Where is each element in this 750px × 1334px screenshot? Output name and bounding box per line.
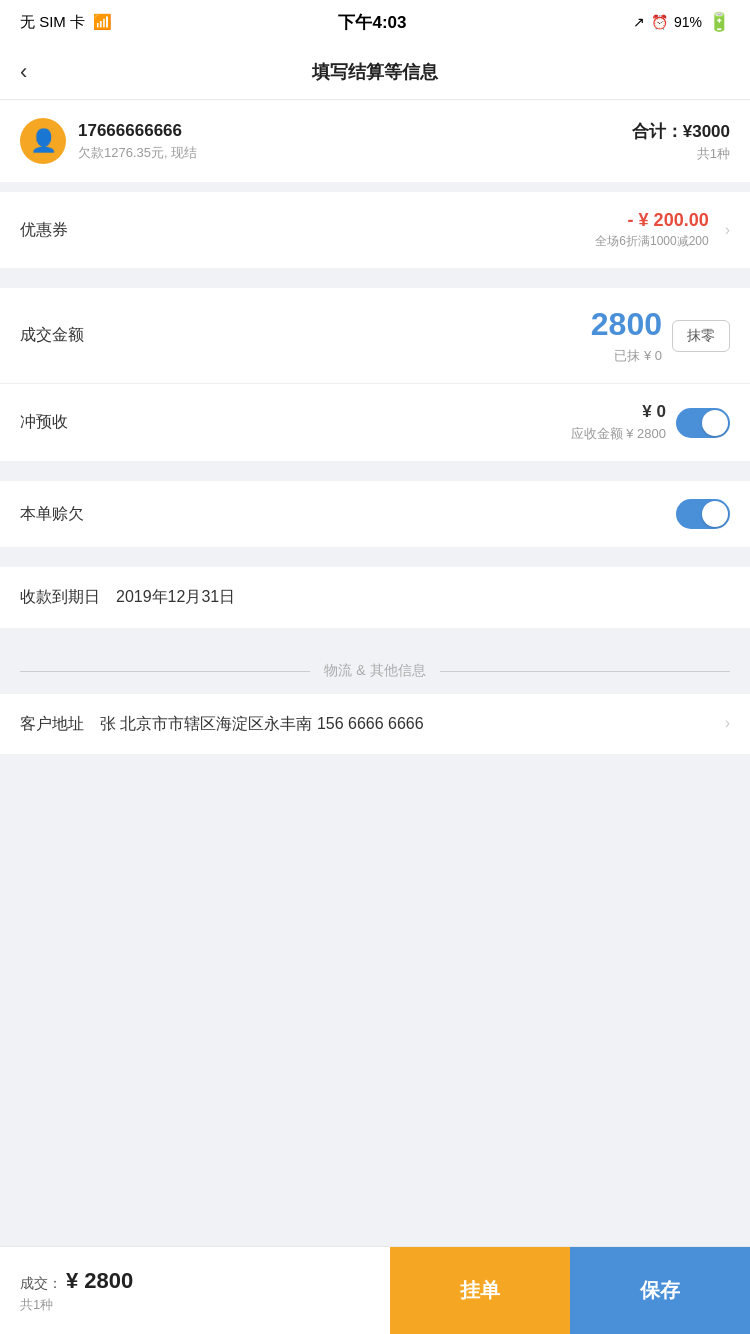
prepay-amount: ¥ 0 [571,402,666,422]
address-chevron-icon: › [725,712,730,732]
credit-row: 本单赊欠 [0,481,750,547]
credit-right [676,499,730,529]
address-row[interactable]: 客户地址 张 北京市市辖区海淀区永丰南 156 6666 6666 › [0,694,750,754]
prepayment-toggle[interactable] [676,408,730,438]
divider-line-right [440,671,730,672]
credit-section: 本单赊欠 [0,481,750,547]
status-time: 下午4:03 [338,11,406,34]
wifi-icon: 📶 [93,13,112,31]
customer-card: 👤 17666666666 欠款1276.35元, 现结 合计：¥3000 共1… [0,100,750,182]
alarm-icon: ⏰ [651,14,668,30]
transaction-section: 成交金额 2800 已抹 ¥ 0 抹零 冲预收 ¥ 0 应收金额 ¥ 2800 [0,288,750,461]
round-button[interactable]: 抹零 [672,320,730,352]
transaction-row: 成交金额 2800 已抹 ¥ 0 抹零 [0,288,750,384]
due-date-value: 2019年12月31日 [116,587,235,608]
gray-bg [0,764,750,964]
coupon-section: 优惠券 - ¥ 200.00 全场6折满1000减200 › [0,192,750,268]
customer-right: 合计：¥3000 共1种 [632,120,730,163]
transaction-label: 成交金额 [20,325,84,346]
page-title: 填写结算等信息 [312,60,438,84]
divider-1 [0,278,750,288]
amount-sub: 已抹 ¥ 0 [591,347,662,365]
coupon-label: 优惠券 [20,220,68,241]
coupon-desc: 全场6折满1000减200 [595,233,708,250]
bottom-amount: ¥ 2800 [66,1268,133,1294]
prepayment-row: 冲预收 ¥ 0 应收金额 ¥ 2800 [0,384,750,461]
nav-bar: ‹ 填写结算等信息 [0,44,750,100]
bottom-info: 成交： ¥ 2800 共1种 [0,1268,390,1314]
status-bar: 无 SIM 卡 📶 下午4:03 ↗ ⏰ 91% 🔋 [0,0,750,44]
content: 👤 17666666666 欠款1276.35元, 现结 合计：¥3000 共1… [0,100,750,1064]
status-right: ↗ ⏰ 91% 🔋 [633,11,730,33]
credit-toggle[interactable] [676,499,730,529]
divider-2 [0,471,750,481]
avatar-icon: 👤 [30,128,57,154]
total-count: 共1种 [632,145,730,163]
coupon-chevron-icon: › [725,221,730,239]
due-date-section: 收款到期日 2019年12月31日 [0,567,750,628]
avatar: 👤 [20,118,66,164]
total-amount: 合计：¥3000 [632,120,730,143]
prepay-col: ¥ 0 应收金额 ¥ 2800 [571,402,666,443]
credit-label: 本单赊欠 [20,504,84,525]
customer-info: 17666666666 欠款1276.35元, 现结 [78,121,197,162]
due-date-row: 收款到期日 2019年12月31日 [0,567,750,628]
divider-3 [0,557,750,567]
sim-status: 无 SIM 卡 [20,13,85,32]
toggle-knob [702,410,728,436]
address-section: 客户地址 张 北京市市辖区海淀区永丰南 156 6666 6666 › [0,694,750,754]
divider-line-left [20,671,310,672]
bottom-bar: 成交： ¥ 2800 共1种 挂单 保存 [0,1246,750,1334]
prepayment-right: ¥ 0 应收金额 ¥ 2800 [571,402,730,443]
bottom-count: 共1种 [20,1296,370,1314]
logistics-label: 物流 & 其他信息 [310,662,439,680]
customer-debt: 欠款1276.35元, 现结 [78,144,197,162]
battery-icon: 🔋 [708,11,730,33]
status-left: 无 SIM 卡 📶 [20,13,112,32]
location-icon: ↗ [633,14,645,30]
amount-col: 2800 已抹 ¥ 0 [591,306,662,365]
divider-4 [0,638,750,648]
customer-phone: 17666666666 [78,121,197,141]
prepay-sub: 应收金额 ¥ 2800 [571,425,666,443]
hang-button[interactable]: 挂单 [390,1247,570,1335]
address-label: 客户地址 [20,712,84,735]
due-date-label: 收款到期日 [20,587,100,608]
amount-value: 2800 [591,306,662,343]
prepayment-label: 冲预收 [20,412,68,433]
address-value: 张 北京市市辖区海淀区永丰南 156 6666 6666 [100,712,719,736]
logistics-section-divider: 物流 & 其他信息 [0,648,750,694]
bottom-deal-label: 成交： [20,1275,62,1293]
customer-left: 👤 17666666666 欠款1276.35元, 现结 [20,118,197,164]
transaction-right: 2800 已抹 ¥ 0 抹零 [591,306,730,365]
battery-text: 91% [674,14,702,30]
coupon-amount: - ¥ 200.00 [595,210,708,231]
coupon-row[interactable]: 优惠券 - ¥ 200.00 全场6折满1000减200 › [0,192,750,268]
coupon-right: - ¥ 200.00 全场6折满1000减200 [595,210,708,250]
back-button[interactable]: ‹ [20,59,27,85]
coupon-right-area: - ¥ 200.00 全场6折满1000减200 › [595,210,730,250]
credit-toggle-knob [702,501,728,527]
save-button[interactable]: 保存 [570,1247,750,1335]
